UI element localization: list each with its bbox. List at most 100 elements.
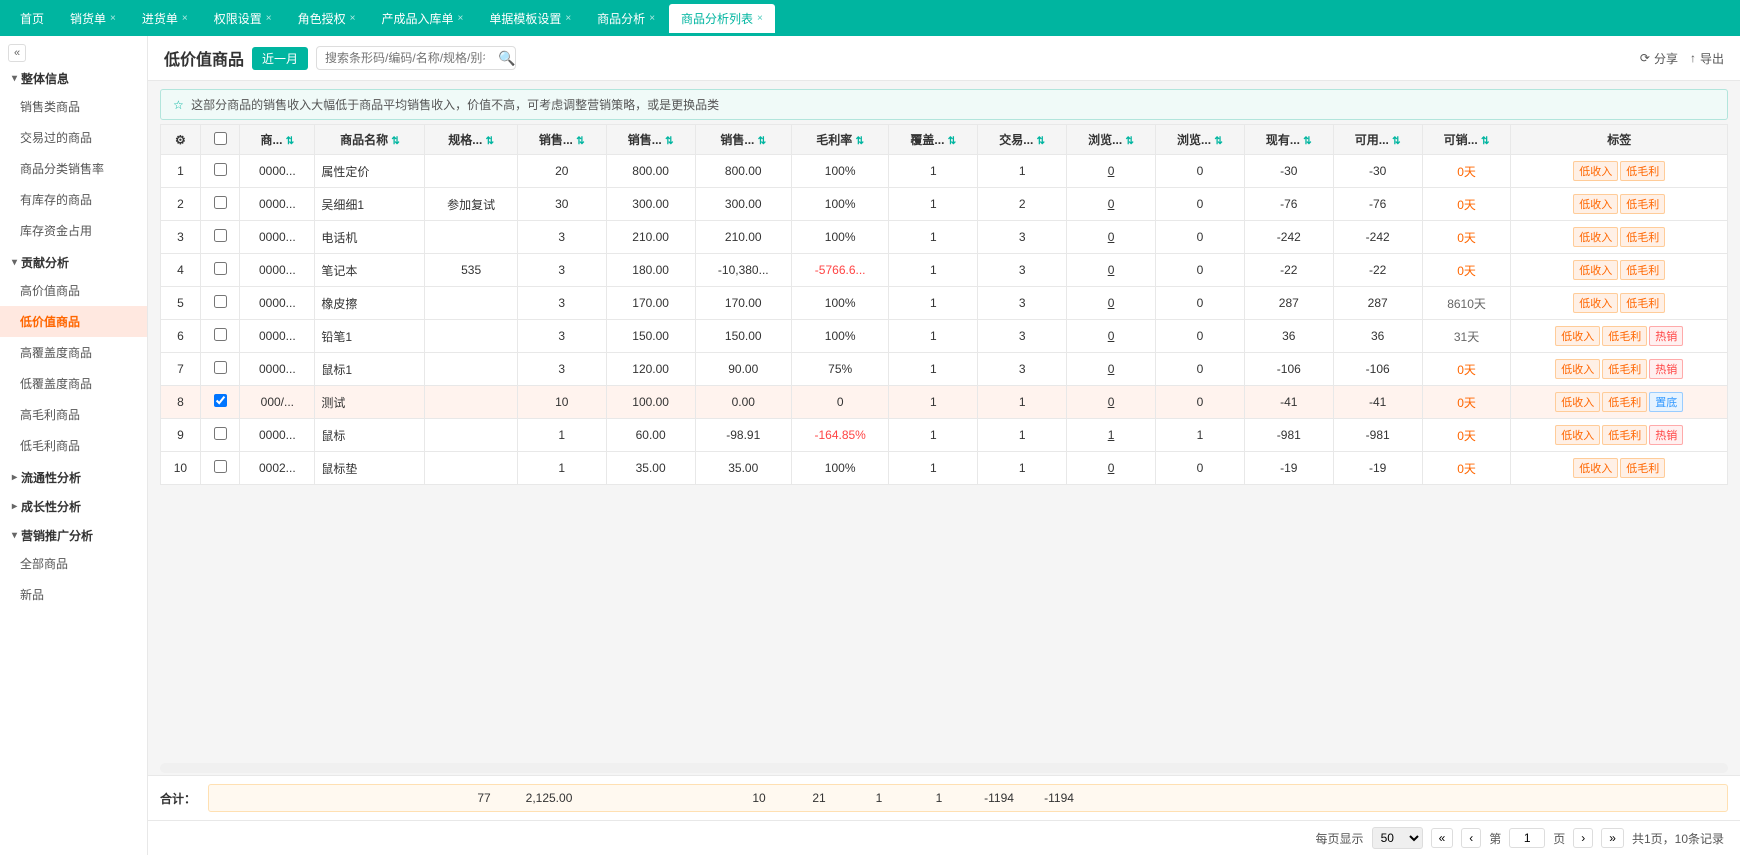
row-browse1[interactable]: 0 xyxy=(1067,221,1156,254)
sidebar-item-traded-products[interactable]: 交易过的商品 xyxy=(0,122,147,153)
row-checkbox[interactable] xyxy=(200,155,239,188)
sort-icon[interactable]: ⇅ xyxy=(286,136,294,147)
row-checkbox[interactable] xyxy=(200,386,239,419)
first-page-button[interactable]: « xyxy=(1431,828,1454,848)
browse-count-link[interactable]: 0 xyxy=(1108,263,1115,277)
browse-count-link[interactable]: 1 xyxy=(1108,428,1115,442)
close-icon[interactable]: × xyxy=(757,13,763,24)
nav-template[interactable]: 单据模板设置 × xyxy=(477,4,583,33)
period-button[interactable]: 近一月 xyxy=(252,47,308,70)
row-name[interactable]: 电话机 xyxy=(315,221,425,254)
sidebar-item-low-value[interactable]: 低价值商品 xyxy=(0,306,147,337)
close-icon[interactable]: × xyxy=(266,13,272,24)
row-select-checkbox[interactable] xyxy=(214,427,227,440)
row-checkbox[interactable] xyxy=(200,353,239,386)
nav-permission[interactable]: 权限设置 × xyxy=(202,4,284,33)
row-checkbox[interactable] xyxy=(200,419,239,452)
browse-count-link[interactable]: 0 xyxy=(1108,329,1115,343)
row-browse1[interactable]: 0 xyxy=(1067,254,1156,287)
row-browse1[interactable]: 0 xyxy=(1067,155,1156,188)
sidebar-item-low-margin[interactable]: 低毛利商品 xyxy=(0,430,147,461)
sidebar-item-stock-products[interactable]: 有库存的商品 xyxy=(0,184,147,215)
sort-icon[interactable]: ⇅ xyxy=(391,136,399,147)
row-checkbox[interactable] xyxy=(200,221,239,254)
search-icon[interactable]: 🔍 xyxy=(498,50,515,67)
close-icon[interactable]: × xyxy=(457,13,463,24)
sidebar-group-liquidity[interactable]: ▸ 流通性分析 xyxy=(0,461,147,490)
row-select-checkbox[interactable] xyxy=(214,229,227,242)
sidebar-item-stock-capital[interactable]: 库存资金占用 xyxy=(0,215,147,246)
row-checkbox[interactable] xyxy=(200,320,239,353)
select-all-checkbox[interactable] xyxy=(214,132,227,145)
row-browse1[interactable]: 0 xyxy=(1067,353,1156,386)
nav-sales[interactable]: 销货单 × xyxy=(58,4,128,33)
row-select-checkbox[interactable] xyxy=(214,328,227,341)
table-container[interactable]: ⚙ 商... ⇅ 商品名称 ⇅ 规格... ⇅ 销售... ⇅ 销售... ⇅ … xyxy=(148,124,1740,761)
sort-icon[interactable]: ⇅ xyxy=(1303,136,1311,147)
row-name[interactable]: 属性定价 xyxy=(315,155,425,188)
sort-icon[interactable]: ⇅ xyxy=(1037,136,1045,147)
row-browse1[interactable]: 0 xyxy=(1067,386,1156,419)
sidebar-group-marketing[interactable]: ▾ 营销推广分析 xyxy=(0,519,147,548)
nav-role[interactable]: 角色授权 × xyxy=(286,4,368,33)
row-browse1[interactable]: 0 xyxy=(1067,287,1156,320)
last-page-button[interactable]: » xyxy=(1601,828,1624,848)
sidebar-item-high-value[interactable]: 高价值商品 xyxy=(0,275,147,306)
browse-count-link[interactable]: 0 xyxy=(1108,164,1115,178)
browse-count-link[interactable]: 0 xyxy=(1108,461,1115,475)
browse-count-link[interactable]: 0 xyxy=(1108,230,1115,244)
row-name[interactable]: 鼠标垫 xyxy=(315,452,425,485)
sidebar-item-new-products[interactable]: 新品 xyxy=(0,579,147,610)
row-select-checkbox[interactable] xyxy=(214,394,227,407)
col-settings[interactable]: ⚙ xyxy=(161,125,201,155)
row-name[interactable]: 鼠标 xyxy=(315,419,425,452)
nav-analysis-list[interactable]: 商品分析列表 × xyxy=(669,4,775,33)
row-browse1[interactable]: 1 xyxy=(1067,419,1156,452)
browse-count-link[interactable]: 0 xyxy=(1108,395,1115,409)
sort-icon[interactable]: ⇅ xyxy=(758,136,766,147)
close-icon[interactable]: × xyxy=(110,13,116,24)
row-name[interactable]: 铅笔1 xyxy=(315,320,425,353)
browse-count-link[interactable]: 0 xyxy=(1108,197,1115,211)
sidebar-group-contribution[interactable]: ▾ 贡献分析 xyxy=(0,246,147,275)
close-icon[interactable]: × xyxy=(182,13,188,24)
sort-icon[interactable]: ⇅ xyxy=(1214,136,1222,147)
col-checkbox[interactable] xyxy=(200,125,239,155)
row-select-checkbox[interactable] xyxy=(214,361,227,374)
row-name[interactable]: 笔记本 xyxy=(315,254,425,287)
share-button[interactable]: ⟳ 分享 xyxy=(1640,50,1678,67)
row-browse1[interactable]: 0 xyxy=(1067,320,1156,353)
sidebar-collapse-button[interactable]: « xyxy=(8,44,26,62)
export-button[interactable]: ↑ 导出 xyxy=(1690,50,1724,67)
row-checkbox[interactable] xyxy=(200,287,239,320)
row-name[interactable]: 鼠标1 xyxy=(315,353,425,386)
row-checkbox[interactable] xyxy=(200,452,239,485)
row-name[interactable]: 吴细细1 xyxy=(315,188,425,221)
sidebar-item-all-products[interactable]: 全部商品 xyxy=(0,548,147,579)
sidebar-item-sales-products[interactable]: 销售类商品 xyxy=(0,91,147,122)
nav-product-in[interactable]: 产成品入库单 × xyxy=(369,4,475,33)
browse-count-link[interactable]: 0 xyxy=(1108,296,1115,310)
row-checkbox[interactable] xyxy=(200,188,239,221)
sidebar-item-high-margin[interactable]: 高毛利商品 xyxy=(0,399,147,430)
horizontal-scrollbar[interactable] xyxy=(160,763,1728,773)
sort-icon[interactable]: ⇅ xyxy=(486,136,494,147)
row-select-checkbox[interactable] xyxy=(214,295,227,308)
row-browse1[interactable]: 0 xyxy=(1067,452,1156,485)
sort-icon[interactable]: ⇅ xyxy=(1392,136,1400,147)
row-name[interactable]: 橡皮擦 xyxy=(315,287,425,320)
sort-icon[interactable]: ⇅ xyxy=(576,136,584,147)
row-checkbox[interactable] xyxy=(200,254,239,287)
close-icon[interactable]: × xyxy=(350,13,356,24)
row-select-checkbox[interactable] xyxy=(214,163,227,176)
row-select-checkbox[interactable] xyxy=(214,460,227,473)
sidebar-item-low-coverage[interactable]: 低覆盖度商品 xyxy=(0,368,147,399)
row-name[interactable]: 测试 xyxy=(315,386,425,419)
page-size-select[interactable]: 50 100 200 xyxy=(1372,827,1423,849)
sort-icon[interactable]: ⇅ xyxy=(856,136,864,147)
prev-page-button[interactable]: ‹ xyxy=(1461,828,1481,848)
close-icon[interactable]: × xyxy=(565,13,571,24)
close-icon[interactable]: × xyxy=(649,13,655,24)
sidebar-item-high-coverage[interactable]: 高覆盖度商品 xyxy=(0,337,147,368)
browse-count-link[interactable]: 0 xyxy=(1108,362,1115,376)
